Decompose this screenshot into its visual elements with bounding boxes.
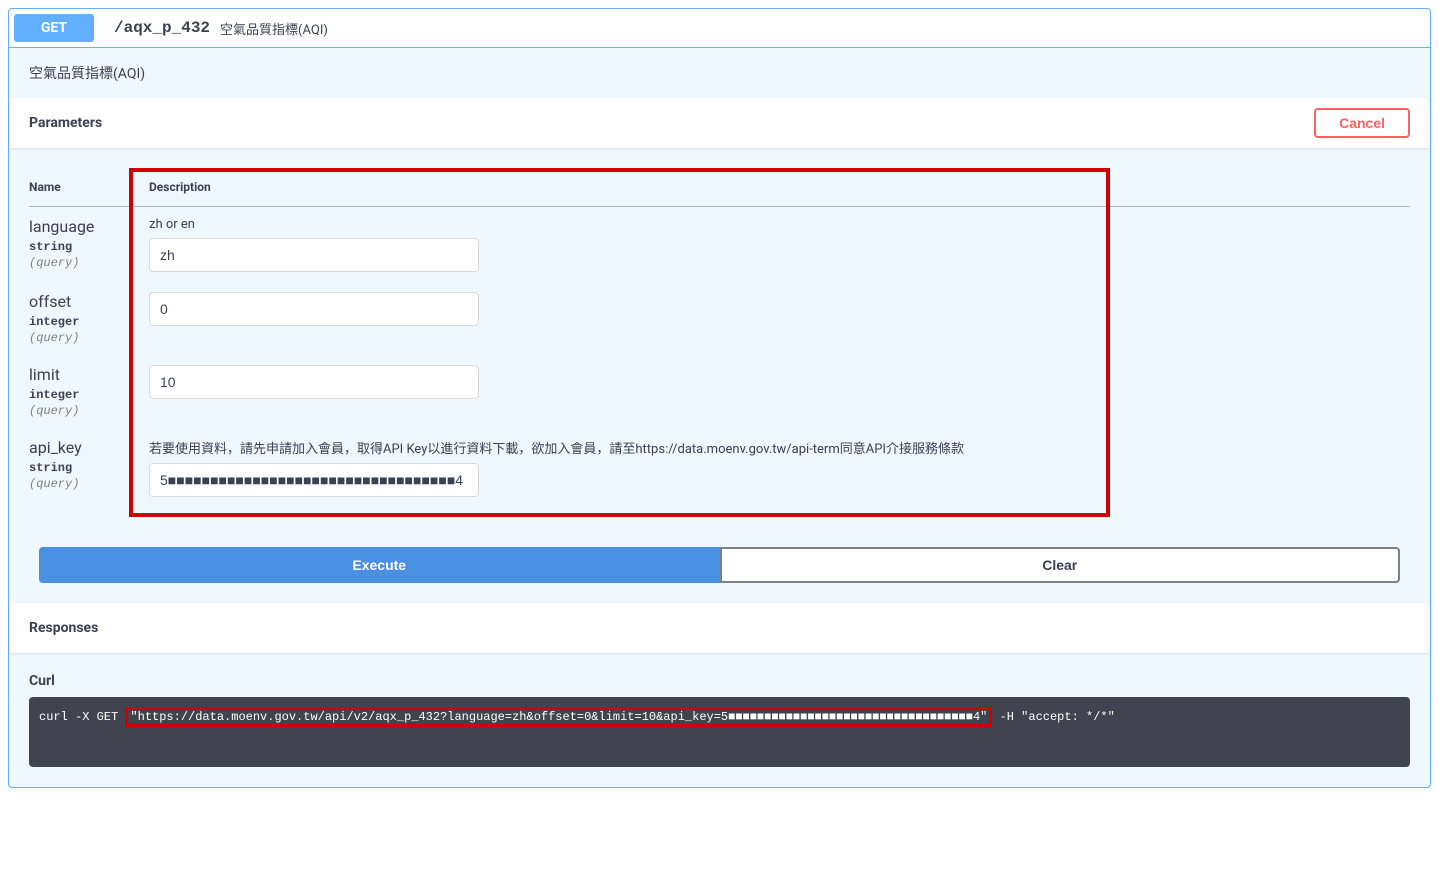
parameter-in: (query) (29, 402, 149, 418)
parameter-row: limitinteger(query) (29, 355, 1410, 428)
parameter-input-language[interactable] (149, 238, 479, 272)
parameter-name: offset (29, 292, 149, 311)
operation-description: 空氣品質指標(AQI) (9, 48, 1430, 98)
responses-wrapper: Responses Curl curl -X GET "https://data… (9, 603, 1430, 787)
parameters-table: Name Description languagestring(query)zh… (29, 168, 1410, 507)
curl-section: Curl curl -X GET "https://data.moenv.gov… (9, 653, 1430, 787)
api-operation-block: GET /aqx_p_432 空氣品質指標(AQI) 空氣品質指標(AQI) P… (8, 8, 1431, 788)
operation-path: /aqx_p_432 (104, 19, 220, 37)
parameter-in: (query) (29, 329, 149, 345)
parameter-type: integer (29, 384, 149, 402)
parameter-description: zh or en (149, 217, 1410, 232)
parameter-description: 若要使用資料，請先申請加入會員，取得API Key以進行資料下載，欲加入會員，請… (149, 438, 1410, 457)
execute-button[interactable]: Execute (39, 547, 720, 583)
parameter-name-cell: offsetinteger(query) (29, 282, 149, 355)
column-header-description: Description (149, 168, 1410, 207)
curl-prefix: curl -X GET (39, 710, 125, 724)
parameter-row: offsetinteger(query) (29, 282, 1410, 355)
operation-body: 空氣品質指標(AQI) Parameters Cancel Name Descr… (9, 48, 1430, 787)
parameter-in: (query) (29, 475, 149, 491)
parameter-input-limit[interactable] (149, 365, 479, 399)
http-method-badge: GET (14, 14, 94, 42)
parameter-type: string (29, 457, 149, 475)
curl-title: Curl (29, 673, 1410, 689)
parameter-row: api_keystring(query)若要使用資料，請先申請加入會員，取得AP… (29, 428, 1410, 507)
parameters-container: Name Description languagestring(query)zh… (9, 148, 1430, 527)
responses-title: Responses (29, 620, 98, 636)
parameter-name: language (29, 217, 149, 236)
parameter-name-cell: limitinteger(query) (29, 355, 149, 428)
parameter-description-cell: 若要使用資料，請先申請加入會員，取得API Key以進行資料下載，欲加入會員，請… (149, 428, 1410, 507)
execute-button-row: Execute Clear (9, 527, 1430, 603)
parameter-in: (query) (29, 254, 149, 270)
parameter-description-cell (149, 355, 1410, 428)
parameter-name-cell: languagestring(query) (29, 207, 149, 283)
parameter-type: string (29, 236, 149, 254)
parameter-row: languagestring(query)zh or en (29, 207, 1410, 283)
parameter-type: integer (29, 311, 149, 329)
clear-button[interactable]: Clear (720, 547, 1401, 583)
operation-summary-text: 空氣品質指標(AQI) (220, 19, 328, 38)
parameters-title: Parameters (29, 115, 102, 131)
column-header-name: Name (29, 168, 149, 207)
parameter-name: limit (29, 365, 149, 384)
curl-suffix: -H "accept: */*" (992, 710, 1114, 724)
responses-header: Responses (9, 603, 1430, 653)
cancel-button[interactable]: Cancel (1314, 108, 1410, 138)
highlight-box-curl-url: "https://data.moenv.gov.tw/api/v2/aqx_p_… (125, 707, 992, 727)
parameter-input-offset[interactable] (149, 292, 479, 326)
parameter-description-cell (149, 282, 1410, 355)
parameter-description-cell: zh or en (149, 207, 1410, 283)
parameter-input-api_key[interactable] (149, 463, 479, 497)
parameter-name-cell: api_keystring(query) (29, 428, 149, 507)
curl-command-block[interactable]: curl -X GET "https://data.moenv.gov.tw/a… (29, 697, 1410, 767)
parameters-header: Parameters Cancel (9, 98, 1430, 148)
operation-summary[interactable]: GET /aqx_p_432 空氣品質指標(AQI) (9, 9, 1430, 48)
parameter-name: api_key (29, 438, 149, 457)
